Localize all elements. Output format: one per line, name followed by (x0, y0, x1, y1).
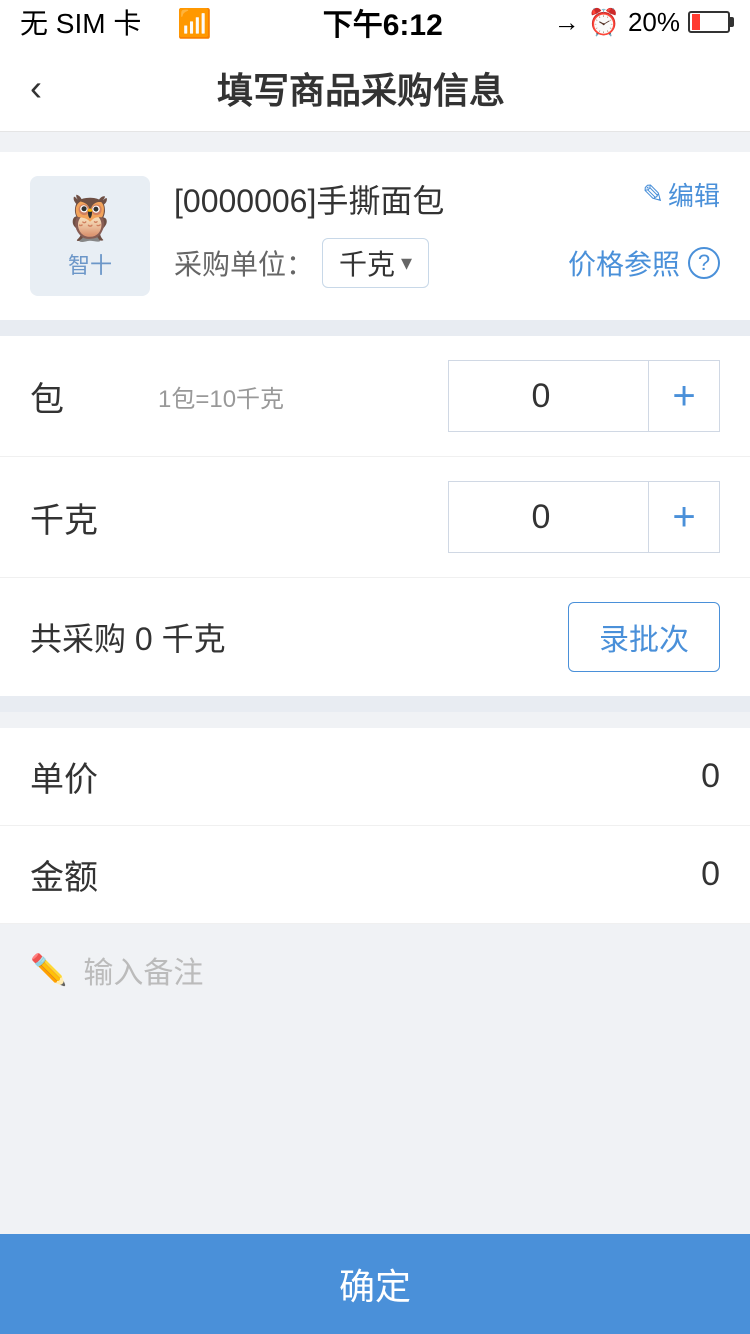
product-card: 🦉 智十 [0000006]手撕面包 ✎ 编辑 采购单位： 千克 ▾ 价格参照 … (0, 152, 750, 320)
nav-bar: ‹ 填写商品采购信息 (0, 44, 750, 132)
kg-plus-button[interactable]: + (648, 481, 720, 553)
bag-sublabel: 1包=10千克 (158, 379, 284, 414)
location-icon: → (554, 7, 580, 38)
page-title: 填写商品采购信息 (62, 62, 660, 114)
product-image: 🦉 智十 (30, 176, 150, 296)
edit-button[interactable]: ✎ 编辑 (642, 176, 720, 213)
bag-label: 包 (30, 372, 150, 421)
sim-signal: 无 SIM 卡 📶 (20, 2, 212, 42)
unit-price-label: 单价 (30, 752, 98, 801)
section-divider-2 (0, 696, 750, 712)
status-time: 下午6:12 (323, 0, 443, 44)
product-unit-row: 采购单位： 千克 ▾ 价格参照 ? (174, 238, 720, 288)
kg-input-row: 千克 + (0, 457, 750, 578)
price-info-section: 单价 0 金额 0 (0, 728, 750, 924)
help-icon: ? (688, 247, 720, 279)
battery-fill (692, 14, 701, 30)
unit-price-row: 单价 0 (0, 728, 750, 826)
price-ref-label: 价格参照 (568, 243, 680, 283)
unit-value: 千克 (339, 243, 395, 283)
unit-price-value: 0 (701, 757, 720, 796)
record-batch-button[interactable]: 录批次 (568, 602, 720, 672)
unit-select[interactable]: 千克 ▾ (322, 238, 429, 288)
back-button[interactable]: ‹ (30, 57, 62, 119)
confirm-button[interactable]: 确定 (0, 1234, 750, 1334)
bag-input-right: + (448, 360, 720, 432)
battery-icon (688, 11, 730, 33)
product-logo-text: 智十 (68, 248, 112, 280)
status-right: → ⏰ 20% (554, 7, 730, 38)
product-name: [0000006]手撕面包 (174, 176, 642, 222)
input-section: 包 1包=10千克 + 千克 + 共采购 0 千克 录批次 (0, 336, 750, 696)
amount-row: 金额 0 (0, 826, 750, 924)
unit-label-text: 采购单位： (174, 243, 314, 283)
kg-label: 千克 (30, 493, 150, 542)
product-logo-icon: 🦉 (63, 192, 118, 244)
amount-value: 0 (701, 855, 720, 894)
battery-percent: 20% (628, 7, 680, 38)
bag-quantity-input[interactable] (448, 360, 648, 432)
summary-row: 共采购 0 千克 录批次 (0, 578, 750, 696)
notes-placeholder: 输入备注 (83, 948, 203, 992)
chevron-down-icon: ▾ (401, 250, 412, 276)
kg-quantity-input[interactable] (448, 481, 648, 553)
price-reference-button[interactable]: 价格参照 ? (568, 243, 720, 283)
kg-input-right: + (448, 481, 720, 553)
unit-label: 采购单位： 千克 ▾ (174, 238, 429, 288)
alarm-icon: ⏰ (588, 7, 620, 38)
section-divider-1 (0, 320, 750, 336)
pencil-icon: ✏️ (30, 953, 67, 988)
edit-icon: ✎ (642, 179, 664, 210)
amount-label: 金额 (30, 850, 98, 899)
edit-label: 编辑 (668, 176, 720, 213)
status-bar: 无 SIM 卡 📶 下午6:12 → ⏰ 20% (0, 0, 750, 44)
status-left: 无 SIM 卡 📶 (20, 2, 212, 42)
product-top-row: [0000006]手撕面包 ✎ 编辑 (174, 176, 720, 222)
notes-section[interactable]: ✏️ 输入备注 (0, 924, 750, 1016)
summary-text: 共采购 0 千克 (30, 614, 226, 660)
product-info: [0000006]手撕面包 ✎ 编辑 采购单位： 千克 ▾ 价格参照 ? (174, 176, 720, 288)
bag-plus-button[interactable]: + (648, 360, 720, 432)
bag-input-row: 包 1包=10千克 + (0, 336, 750, 457)
battery-tip (730, 17, 734, 27)
